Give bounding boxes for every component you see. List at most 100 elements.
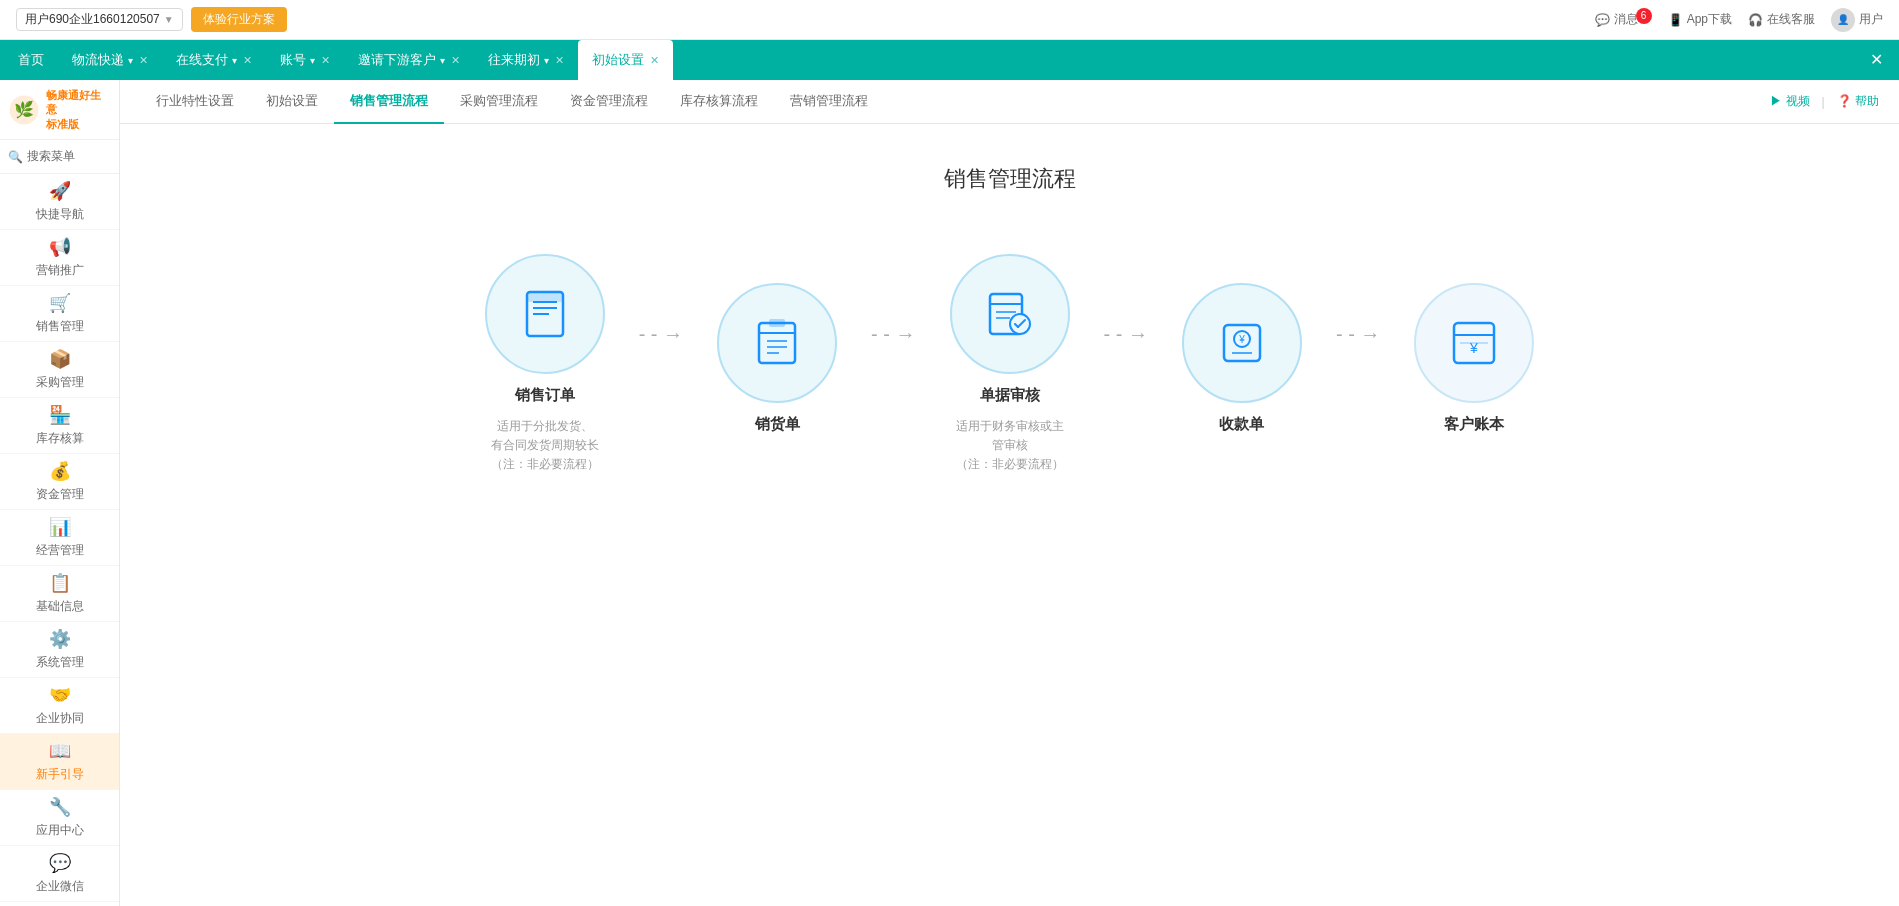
close-all-tabs[interactable]: ✕ bbox=[1862, 40, 1891, 80]
sub-tab-init[interactable]: 初始设置 bbox=[250, 80, 334, 124]
nav-tab-invite[interactable]: 邀请下游客户 ▾ ✕ bbox=[344, 40, 474, 80]
audit-circle[interactable] bbox=[950, 254, 1070, 374]
receipt-icon: ¥ bbox=[1214, 315, 1270, 371]
finance-label: 资金管理 bbox=[36, 486, 84, 503]
sidebar-item-system[interactable]: ⚙️ 系统管理 bbox=[0, 622, 119, 678]
wechat-icon: 💬 bbox=[49, 852, 71, 874]
message-item[interactable]: 💬 消息 6 bbox=[1595, 11, 1652, 28]
message-badge: 6 bbox=[1636, 8, 1652, 24]
sidebar-item-operation[interactable]: 📊 经营管理 bbox=[0, 510, 119, 566]
inventory-icon: 🏪 bbox=[49, 404, 71, 426]
arrow-1: - - → bbox=[639, 323, 683, 406]
flow-step-order: 销售订单 适用于分批发货、有合同发货周期较长（注：非必要流程） bbox=[455, 254, 635, 475]
app-download-item[interactable]: 📱 App下载 bbox=[1668, 11, 1732, 28]
receipt-name: 收款单 bbox=[1219, 415, 1264, 434]
delivery-name: 销货单 bbox=[755, 415, 800, 434]
nav-tab-payment[interactable]: 在线支付 ▾ ✕ bbox=[162, 40, 266, 80]
sidebar-item-purchase[interactable]: 📦 采购管理 bbox=[0, 342, 119, 398]
svg-text:¥: ¥ bbox=[1469, 340, 1478, 356]
svg-rect-7 bbox=[759, 323, 795, 363]
sidebar-item-collab[interactable]: 🤝 企业协同 bbox=[0, 678, 119, 734]
basic-label: 基础信息 bbox=[36, 598, 84, 615]
nav-tab-period[interactable]: 往来期初 ▾ ✕ bbox=[474, 40, 578, 80]
wechat-label: 企业微信 bbox=[36, 878, 84, 895]
online-service-item[interactable]: 🎧 在线客服 bbox=[1748, 11, 1815, 28]
video-link[interactable]: ▶ 视频 bbox=[1770, 93, 1809, 110]
flow-step-audit: 单据审核 适用于财务审核或主管审核（注：非必要流程） bbox=[920, 254, 1100, 475]
sub-tab-inventory-flow[interactable]: 库存核算流程 bbox=[664, 80, 774, 124]
invite-close[interactable]: ✕ bbox=[451, 54, 460, 67]
arrow-4: - - → bbox=[1336, 323, 1380, 406]
sub-tab-sales-flow[interactable]: 销售管理流程 bbox=[334, 80, 444, 124]
home-label: 首页 bbox=[18, 51, 44, 69]
delivery-circle[interactable] bbox=[717, 283, 837, 403]
period-close[interactable]: ✕ bbox=[555, 54, 564, 67]
sidebar-item-wechat[interactable]: 💬 企业微信 bbox=[0, 846, 119, 902]
nav-tab-account[interactable]: 账号 ▾ ✕ bbox=[266, 40, 344, 80]
nav-home[interactable]: 首页 bbox=[4, 40, 58, 80]
purchase-icon: 📦 bbox=[49, 348, 71, 370]
sidebar-item-shortcuts[interactable]: 🚀 快捷导航 bbox=[0, 174, 119, 230]
app-label: App下载 bbox=[1687, 11, 1732, 28]
sidebar-item-inventory[interactable]: 🏪 库存核算 bbox=[0, 398, 119, 454]
sidebar-item-guide[interactable]: 📖 新手引导 bbox=[0, 734, 119, 790]
init-close[interactable]: ✕ bbox=[650, 54, 659, 67]
sidebar-item-sales[interactable]: 🛒 销售管理 bbox=[0, 286, 119, 342]
invite-arrow: ▾ bbox=[440, 55, 445, 66]
app-center-label: 应用中心 bbox=[36, 822, 84, 839]
arrow-3: - - → bbox=[1104, 323, 1148, 406]
ledger-icon: ¥ bbox=[1446, 315, 1502, 371]
nav-tab-init[interactable]: 初始设置 ✕ bbox=[578, 40, 673, 80]
sub-tabs-left: 行业特性设置 初始设置 销售管理流程 采购管理流程 资金管理流程 库存核算流程 bbox=[140, 80, 884, 124]
sidebar-logo: 🌿 畅康通好生意 标准版 bbox=[0, 80, 119, 140]
svg-rect-12 bbox=[769, 319, 785, 327]
user-name-label: 用户 bbox=[1859, 11, 1883, 28]
payment-label: 在线支付 bbox=[176, 51, 228, 69]
sub-tab-finance-flow[interactable]: 资金管理流程 bbox=[554, 80, 664, 124]
system-label: 系统管理 bbox=[36, 654, 84, 671]
sidebar-item-vip[interactable]: 👑 畅会员 bbox=[0, 902, 119, 906]
content-area: 行业特性设置 初始设置 销售管理流程 采购管理流程 资金管理流程 库存核算流程 bbox=[120, 80, 1899, 906]
flow-step-ledger: ¥ 客户账本 bbox=[1384, 283, 1564, 446]
trial-button[interactable]: 体验行业方案 bbox=[191, 7, 287, 32]
sub-tab-marketing-flow[interactable]: 营销管理流程 bbox=[774, 80, 884, 124]
sales-label: 销售管理 bbox=[36, 318, 84, 335]
svg-text:🌿: 🌿 bbox=[14, 99, 34, 118]
operation-label: 经营管理 bbox=[36, 542, 84, 559]
top-bar-right: 💬 消息 6 📱 App下载 🎧 在线客服 👤 用户 bbox=[1595, 8, 1883, 32]
purchase-label: 采购管理 bbox=[36, 374, 84, 391]
receipt-circle[interactable]: ¥ bbox=[1182, 283, 1302, 403]
logistics-close[interactable]: ✕ bbox=[139, 54, 148, 67]
sidebar-item-app[interactable]: 🔧 应用中心 bbox=[0, 790, 119, 846]
nav-tab-logistics[interactable]: 物流快递 ▾ ✕ bbox=[58, 40, 162, 80]
help-link[interactable]: ❓ 帮助 bbox=[1837, 93, 1879, 110]
guide-icon: 📖 bbox=[49, 740, 71, 762]
svg-text:¥: ¥ bbox=[1238, 334, 1245, 345]
payment-close[interactable]: ✕ bbox=[243, 54, 252, 67]
user-avatar-item[interactable]: 👤 用户 bbox=[1831, 8, 1883, 32]
marketing-label: 营销推广 bbox=[36, 262, 84, 279]
sidebar: 🌿 畅康通好生意 标准版 🔍 搜索菜单 🚀 快捷导航 📢 营销推广 🛒 销售管理… bbox=[0, 80, 120, 906]
top-bar: 用户690企业1660120507 ▼ 体验行业方案 💬 消息 6 📱 App下… bbox=[0, 0, 1899, 40]
audit-name: 单据审核 bbox=[980, 386, 1040, 405]
sidebar-search[interactable]: 🔍 搜索菜单 bbox=[0, 140, 119, 174]
order-circle[interactable] bbox=[485, 254, 605, 374]
audit-desc: 适用于财务审核或主管审核（注：非必要流程） bbox=[956, 417, 1064, 475]
sales-icon: 🛒 bbox=[49, 292, 71, 314]
account-label: 账号 bbox=[280, 51, 306, 69]
order-desc: 适用于分批发货、有合同发货周期较长（注：非必要流程） bbox=[491, 417, 599, 475]
ledger-circle[interactable]: ¥ bbox=[1414, 283, 1534, 403]
sidebar-item-finance[interactable]: 💰 资金管理 bbox=[0, 454, 119, 510]
sub-tab-industry[interactable]: 行业特性设置 bbox=[140, 80, 250, 124]
logo-text: 畅康通好生意 标准版 bbox=[46, 88, 111, 131]
account-close[interactable]: ✕ bbox=[321, 54, 330, 67]
arrow-2: - - → bbox=[871, 323, 915, 406]
sub-tabs: 行业特性设置 初始设置 销售管理流程 采购管理流程 资金管理流程 库存核算流程 bbox=[120, 80, 1899, 124]
user-select[interactable]: 用户690企业1660120507 ▼ bbox=[16, 8, 183, 31]
app-icon: 📱 bbox=[1668, 13, 1683, 27]
sidebar-item-marketing[interactable]: 📢 营销推广 bbox=[0, 230, 119, 286]
sub-tab-purchase-flow[interactable]: 采购管理流程 bbox=[444, 80, 554, 124]
collab-icon: 🤝 bbox=[49, 684, 71, 706]
sidebar-item-basic[interactable]: 📋 基础信息 bbox=[0, 566, 119, 622]
operation-icon: 📊 bbox=[49, 516, 71, 538]
